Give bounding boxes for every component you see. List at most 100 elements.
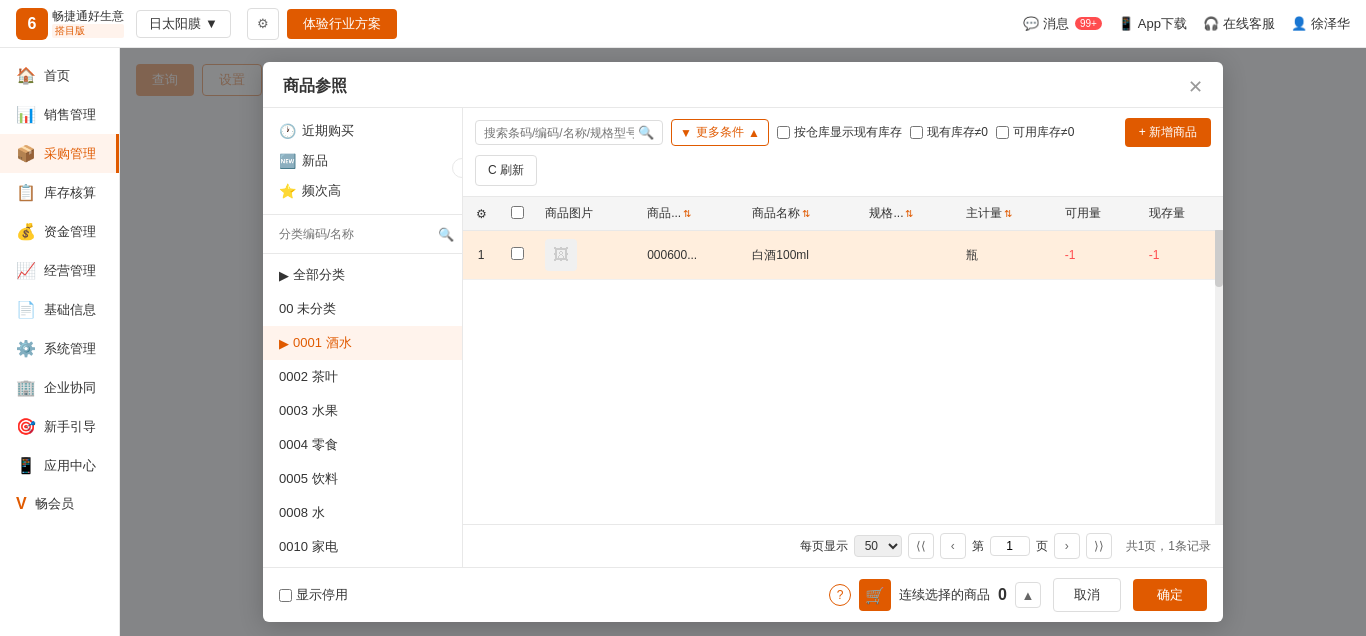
nav-service[interactable]: 🎧 在线客服 bbox=[1203, 15, 1275, 33]
sidebar-item-guide[interactable]: 🎯 新手引导 bbox=[0, 407, 119, 446]
category-water[interactable]: 0008 水 bbox=[263, 496, 462, 530]
cancel-btn[interactable]: 取消 bbox=[1053, 578, 1121, 612]
next-page-btn[interactable]: › bbox=[1054, 533, 1080, 559]
corp-icon: 🏢 bbox=[16, 378, 36, 397]
sidebar-label-finance: 资金管理 bbox=[44, 223, 96, 241]
col-code[interactable]: 商品...⇅ bbox=[637, 197, 742, 231]
table-row[interactable]: 1 🖼 000600... 白酒100ml 瓶 bbox=[463, 231, 1223, 280]
search-icon[interactable]: 🔍 bbox=[638, 125, 654, 140]
sidebar-item-vip[interactable]: V 畅会员 bbox=[0, 485, 119, 523]
scrollbar-thumb[interactable] bbox=[1215, 227, 1223, 287]
confirm-btn[interactable]: 确定 bbox=[1133, 579, 1207, 611]
col-name[interactable]: 商品名称⇅ bbox=[742, 197, 859, 231]
show-disabled-label[interactable]: 显示停用 bbox=[279, 586, 348, 604]
category-drink[interactable]: 0005 饮料 bbox=[263, 462, 462, 496]
sidebar-item-system[interactable]: ⚙️ 系统管理 bbox=[0, 329, 119, 368]
product-panel: 🔍 ▼ 更多条件 ▲ 按仓库显示现有库存 bbox=[463, 108, 1223, 567]
shortcut-recent[interactable]: 🕐 近期购买 bbox=[271, 116, 454, 146]
product-table-wrap: ⚙ 商品图片 商品...⇅ 商品名称⇅ 规格...⇅ 主计量⇅ 可用量 现存量 bbox=[463, 197, 1223, 524]
modal-header: 商品参照 ✕ bbox=[263, 62, 1223, 108]
shortcut-new-label: 新品 bbox=[302, 152, 328, 170]
category-unclassified[interactable]: 00 未分类 bbox=[263, 292, 462, 326]
filter-icon: ▼ bbox=[680, 126, 692, 140]
sidebar-item-sales[interactable]: 📊 销售管理 bbox=[0, 95, 119, 134]
category-tea[interactable]: 0002 茶叶 bbox=[263, 360, 462, 394]
nav-msg[interactable]: 💬 消息 99+ bbox=[1023, 15, 1102, 33]
logo-area: 6 畅捷通好生意 搭目版 bbox=[16, 8, 136, 40]
cell-stock: -1 bbox=[1139, 231, 1223, 280]
available-nonzero-checkbox[interactable] bbox=[996, 126, 1009, 139]
apps-icon: 📱 bbox=[16, 456, 36, 475]
expand-icon: ▶ bbox=[279, 268, 289, 283]
logo-icon: 6 bbox=[16, 8, 48, 40]
sidebar-label-sales: 销售管理 bbox=[44, 106, 96, 124]
sidebar-item-basics[interactable]: 📄 基础信息 bbox=[0, 290, 119, 329]
collapse-panel-btn[interactable]: 《 bbox=[452, 158, 463, 178]
sidebar-label-vip: 畅会员 bbox=[35, 495, 74, 513]
shortcut-new[interactable]: 🆕 新品 bbox=[271, 146, 454, 176]
inventory-icon: 📋 bbox=[16, 183, 36, 202]
scrollbar-track[interactable] bbox=[1215, 197, 1223, 524]
available-nonzero-checkbox-label[interactable]: 可用库存≠0 bbox=[996, 124, 1074, 141]
stock-nonzero-checkbox[interactable] bbox=[910, 126, 923, 139]
help-icon[interactable]: ? bbox=[829, 584, 851, 606]
sidebar-item-operations[interactable]: 📈 经营管理 bbox=[0, 251, 119, 290]
nav-user[interactable]: 👤 徐泽华 bbox=[1291, 15, 1350, 33]
page-suffix: 页 bbox=[1036, 538, 1048, 555]
sidebar-item-home[interactable]: 🏠 首页 bbox=[0, 56, 119, 95]
pagination-bar: 每页显示 50 ⟨⟨ ‹ 第 页 › ⟩⟩ 共1页，1条记录 bbox=[463, 524, 1223, 567]
modal-body: 🕐 近期购买 🆕 新品 ⭐ 频次高 bbox=[263, 108, 1223, 567]
cell-checkbox bbox=[499, 231, 535, 280]
filter-btn[interactable]: ▼ 更多条件 ▲ bbox=[671, 119, 769, 146]
col-spec[interactable]: 规格...⇅ bbox=[859, 197, 955, 231]
sales-icon: 📊 bbox=[16, 105, 36, 124]
phone-icon: 📱 bbox=[1118, 16, 1134, 31]
category-search-input[interactable] bbox=[271, 223, 434, 245]
chevron-down-icon: ▼ bbox=[205, 16, 218, 31]
row-checkbox[interactable] bbox=[511, 247, 524, 260]
last-page-btn[interactable]: ⟩⟩ bbox=[1086, 533, 1112, 559]
cell-available: -1 bbox=[1055, 231, 1139, 280]
select-all-checkbox[interactable] bbox=[511, 206, 524, 219]
nav-selector[interactable]: 日太阳膜 ▼ bbox=[136, 10, 231, 38]
cart-area: ? 🛒 连续选择的商品 0 ▲ bbox=[829, 579, 1041, 611]
modal-close-btn[interactable]: ✕ bbox=[1188, 78, 1203, 96]
first-page-btn[interactable]: ⟨⟨ bbox=[908, 533, 934, 559]
nav-app[interactable]: 📱 App下载 bbox=[1118, 15, 1187, 33]
category-panel: 🕐 近期购买 🆕 新品 ⭐ 频次高 bbox=[263, 108, 463, 567]
content-area: 查询 设置 刷新 商品参照 ✕ bbox=[120, 48, 1366, 636]
col-unit[interactable]: 主计量⇅ bbox=[956, 197, 1055, 231]
category-all[interactable]: ▶ 全部分类 bbox=[263, 258, 462, 292]
sidebar-item-inventory[interactable]: 📋 库存核算 bbox=[0, 173, 119, 212]
sidebar-label-operations: 经营管理 bbox=[44, 262, 96, 280]
product-img: 🖼 bbox=[545, 239, 577, 271]
warehouse-checkbox[interactable] bbox=[777, 126, 790, 139]
show-disabled-checkbox[interactable] bbox=[279, 589, 292, 602]
cell-spec bbox=[859, 231, 955, 280]
category-appliance[interactable]: 0010 家电 bbox=[263, 530, 462, 564]
category-fruit[interactable]: 0003 水果 bbox=[263, 394, 462, 428]
sidebar-item-finance[interactable]: 💰 资金管理 bbox=[0, 212, 119, 251]
sidebar-item-purchase[interactable]: 📦 采购管理 bbox=[0, 134, 119, 173]
vip-icon: V bbox=[16, 495, 27, 513]
refresh-btn[interactable]: C 刷新 bbox=[475, 155, 537, 186]
product-search-input[interactable] bbox=[484, 126, 634, 140]
page-size-select[interactable]: 50 bbox=[854, 535, 902, 557]
experience-btn[interactable]: 体验行业方案 bbox=[287, 9, 397, 39]
gear-button[interactable]: ⚙ bbox=[247, 8, 279, 40]
add-product-btn[interactable]: + 新增商品 bbox=[1125, 118, 1211, 147]
fold-btn[interactable]: ▲ bbox=[1015, 582, 1041, 608]
col-settings[interactable]: ⚙ bbox=[463, 197, 499, 231]
category-liquor[interactable]: ▶ 0001 酒水 bbox=[263, 326, 462, 360]
stock-nonzero-checkbox-label[interactable]: 现有库存≠0 bbox=[910, 124, 988, 141]
clock-icon: 🕐 bbox=[279, 123, 296, 139]
category-search-icon[interactable]: 🔍 bbox=[438, 227, 454, 242]
sidebar-item-apps[interactable]: 📱 应用中心 bbox=[0, 446, 119, 485]
prev-page-btn[interactable]: ‹ bbox=[940, 533, 966, 559]
cart-icon[interactable]: 🛒 bbox=[859, 579, 891, 611]
shortcut-frequent[interactable]: ⭐ 频次高 bbox=[271, 176, 454, 206]
warehouse-checkbox-label[interactable]: 按仓库显示现有库存 bbox=[777, 124, 902, 141]
page-number-input[interactable] bbox=[990, 536, 1030, 556]
sidebar-item-corp[interactable]: 🏢 企业协同 bbox=[0, 368, 119, 407]
category-snack[interactable]: 0004 零食 bbox=[263, 428, 462, 462]
